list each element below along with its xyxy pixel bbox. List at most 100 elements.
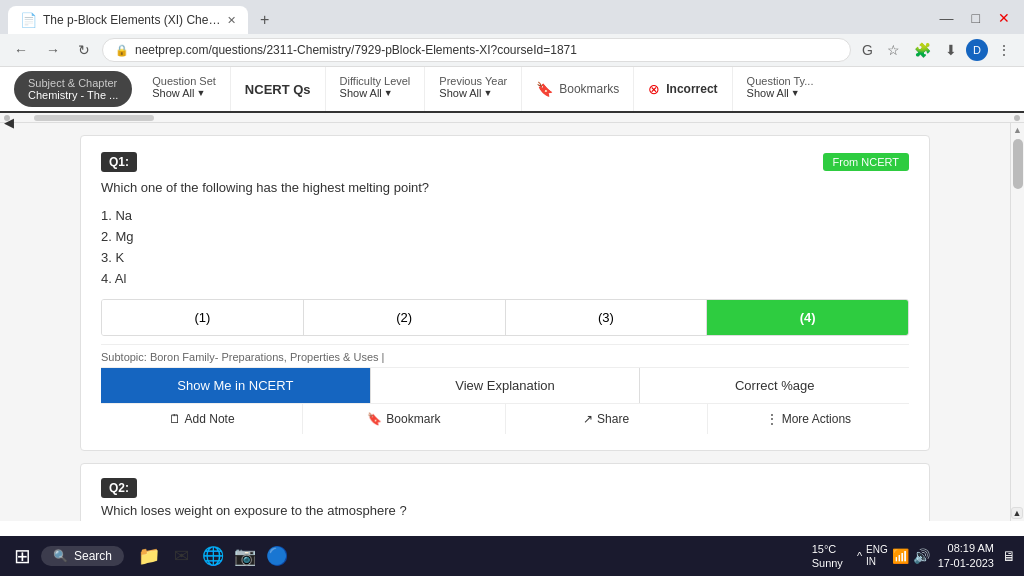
question-2-card: Q2: Which loses weight on exposure to th… — [80, 463, 930, 521]
answer-btn-4[interactable]: (4) — [707, 300, 908, 335]
show-ncert-button[interactable]: Show Me in NCERT — [101, 368, 370, 403]
prev-year-filter[interactable]: Previous Year Show All ▼ — [425, 67, 522, 111]
bookmarks-label: Bookmarks — [559, 82, 619, 96]
chevron-icon[interactable]: ^ — [857, 550, 862, 562]
menu-dots-icon[interactable]: ⋮ — [992, 39, 1016, 61]
share-button[interactable]: ↗ Share — [506, 404, 708, 434]
time-display: 08:19 AM — [938, 541, 994, 556]
incorrect-label: Incorrect — [666, 82, 717, 96]
add-note-icon: 🗒 — [169, 412, 181, 426]
download-icon[interactable]: ⬇ — [940, 39, 962, 61]
main-content-area: Q1: From NCERT Which one of the followin… — [0, 123, 1024, 521]
browser-chrome: 📄 The p-Block Elements (XI) Chem... ✕ + … — [0, 0, 1024, 67]
filter-bar: Subject & Chapter Chemistry - The ... Qu… — [0, 67, 1024, 113]
taskbar-apps: 📁 ✉ 🌐 📷 🔵 — [134, 541, 292, 571]
tab-bar: 📄 The p-Block Elements (XI) Chem... ✕ + … — [0, 0, 1024, 34]
tab-close-button[interactable]: ✕ — [227, 14, 236, 27]
google-icon[interactable]: G — [857, 39, 878, 61]
system-tray: ^ ENGIN 📶 🔊 — [857, 544, 930, 568]
back-button[interactable]: ← — [8, 38, 34, 62]
x-circle-icon: ⊗ — [648, 81, 660, 97]
horizontal-scrollbar[interactable]: ◀ — [0, 113, 1024, 123]
subject-value: Chemistry - The ... — [28, 89, 118, 101]
q1-header: Q1: From NCERT — [101, 152, 909, 172]
questions-area: Q1: From NCERT Which one of the followin… — [0, 123, 1010, 521]
taskbar-mail[interactable]: ✉ — [166, 541, 196, 571]
weather-temp: 15°C — [812, 542, 843, 556]
taskbar: ⊞ 🔍 Search 📁 ✉ 🌐 📷 🔵 15°C Sunny ^ ENGIN … — [0, 536, 1024, 576]
taskbar-file-explorer[interactable]: 📁 — [134, 541, 164, 571]
q2-text: Which loses weight on exposure to the at… — [101, 503, 909, 518]
ncert-qs-filter[interactable]: NCERT Qs — [231, 67, 326, 111]
close-window-button[interactable]: ✕ — [992, 6, 1016, 30]
extensions-icon[interactable]: 🧩 — [909, 39, 936, 61]
option-4: 4. Al — [101, 268, 909, 289]
subject-label: Subject & Chapter — [28, 77, 118, 89]
scroll-up-arrow[interactable]: ▲ — [1013, 125, 1022, 135]
question-1-card: Q1: From NCERT Which one of the followin… — [80, 135, 930, 451]
question-set-filter[interactable]: Question Set Show All ▼ — [138, 67, 231, 111]
incorrect-filter[interactable]: ⊗ Incorrect — [634, 67, 732, 111]
forward-button[interactable]: → — [40, 38, 66, 62]
vertical-scrollbar[interactable]: ▲ ▲ ▲ — [1010, 123, 1024, 521]
taskbar-search[interactable]: 🔍 Search — [41, 546, 124, 566]
weather-desc: Sunny — [812, 556, 843, 570]
q1-ncert-badge: From NCERT — [823, 153, 909, 171]
new-tab-button[interactable]: + — [252, 7, 277, 33]
prev-year-label: Previous Year — [439, 75, 507, 87]
wifi-icon: 📶 — [892, 548, 909, 564]
q1-action-row: Show Me in NCERT View Explanation Correc… — [101, 367, 909, 403]
bookmark-icon: 🔖 — [536, 81, 553, 97]
answer-btn-1[interactable]: (1) — [102, 300, 304, 335]
taskbar-right: 15°C Sunny ^ ENGIN 📶 🔊 08:19 AM 17-01-20… — [812, 541, 1016, 572]
question-type-filter[interactable]: Question Ty... Show All ▼ — [733, 67, 828, 111]
answer-btn-3[interactable]: (3) — [506, 300, 708, 335]
q1-label: Q1: — [101, 152, 137, 172]
q1-subtopic: Subtopic: Boron Family- Preparations, Pr… — [101, 344, 909, 367]
q2-label: Q2: — [101, 478, 137, 498]
h-scroll-thumb[interactable] — [34, 115, 154, 121]
start-button[interactable]: ⊞ — [8, 542, 37, 570]
bookmark-button[interactable]: 🔖 Bookmark — [303, 404, 505, 434]
address-bar[interactable]: 🔒 neetprep.com/questions/2311-Chemistry/… — [102, 38, 851, 62]
q1-options: 1. Na 2. Mg 3. K 4. Al — [101, 205, 909, 289]
bookmarks-filter[interactable]: 🔖 Bookmarks — [522, 67, 634, 111]
clock[interactable]: 08:19 AM 17-01-2023 — [938, 541, 994, 572]
language-icon: ENGIN — [866, 544, 888, 568]
answer-btn-2[interactable]: (2) — [304, 300, 506, 335]
minimize-button[interactable]: — — [934, 6, 960, 30]
h-scroll-right-arrow — [1014, 115, 1020, 121]
more-actions-button[interactable]: ⋮ More Actions — [708, 404, 909, 434]
question-type-label: Question Ty... — [747, 75, 814, 87]
url-text: neetprep.com/questions/2311-Chemistry/79… — [135, 43, 577, 57]
reload-button[interactable]: ↻ — [72, 38, 96, 62]
add-note-button[interactable]: 🗒 Add Note — [101, 404, 303, 434]
bookmark-star-icon[interactable]: ☆ — [882, 39, 905, 61]
taskbar-chrome[interactable]: 🔵 — [262, 541, 292, 571]
maximize-button[interactable]: □ — [966, 6, 986, 30]
browser-controls: ← → ↻ 🔒 neetprep.com/questions/2311-Chem… — [0, 34, 1024, 66]
more-dots-icon: ⋮ — [766, 412, 778, 426]
difficulty-label: Difficulty Level — [340, 75, 411, 87]
q1-text: Which one of the following has the highe… — [101, 180, 909, 195]
browser-actions: G ☆ 🧩 ⬇ D ⋮ — [857, 39, 1016, 61]
view-explanation-button[interactable]: View Explanation — [370, 368, 640, 403]
scroll-thumb[interactable] — [1013, 139, 1023, 189]
difficulty-filter[interactable]: Difficulty Level Show All ▼ — [326, 67, 426, 111]
notification-icon[interactable]: 🖥 — [1002, 548, 1016, 564]
option-3: 3. K — [101, 247, 909, 268]
question-set-label: Question Set — [152, 75, 216, 87]
weather-widget: 15°C Sunny — [812, 542, 843, 571]
question-set-value: Show All ▼ — [152, 87, 216, 99]
tab-title: The p-Block Elements (XI) Chem... — [43, 13, 221, 27]
taskbar-edge[interactable]: 🌐 — [198, 541, 228, 571]
q2-header: Q2: — [101, 480, 909, 495]
profile-icon[interactable]: D — [966, 39, 988, 61]
subject-chapter-filter[interactable]: Subject & Chapter Chemistry - The ... — [14, 71, 132, 107]
taskbar-camera[interactable]: 📷 — [230, 541, 260, 571]
date-display: 17-01-2023 — [938, 556, 994, 571]
share-icon: ↗ — [583, 412, 593, 426]
correct-pct-button[interactable]: Correct %age — [639, 368, 909, 403]
scroll-to-top-button[interactable]: ▲ — [1011, 507, 1023, 519]
active-tab[interactable]: 📄 The p-Block Elements (XI) Chem... ✕ — [8, 6, 248, 34]
